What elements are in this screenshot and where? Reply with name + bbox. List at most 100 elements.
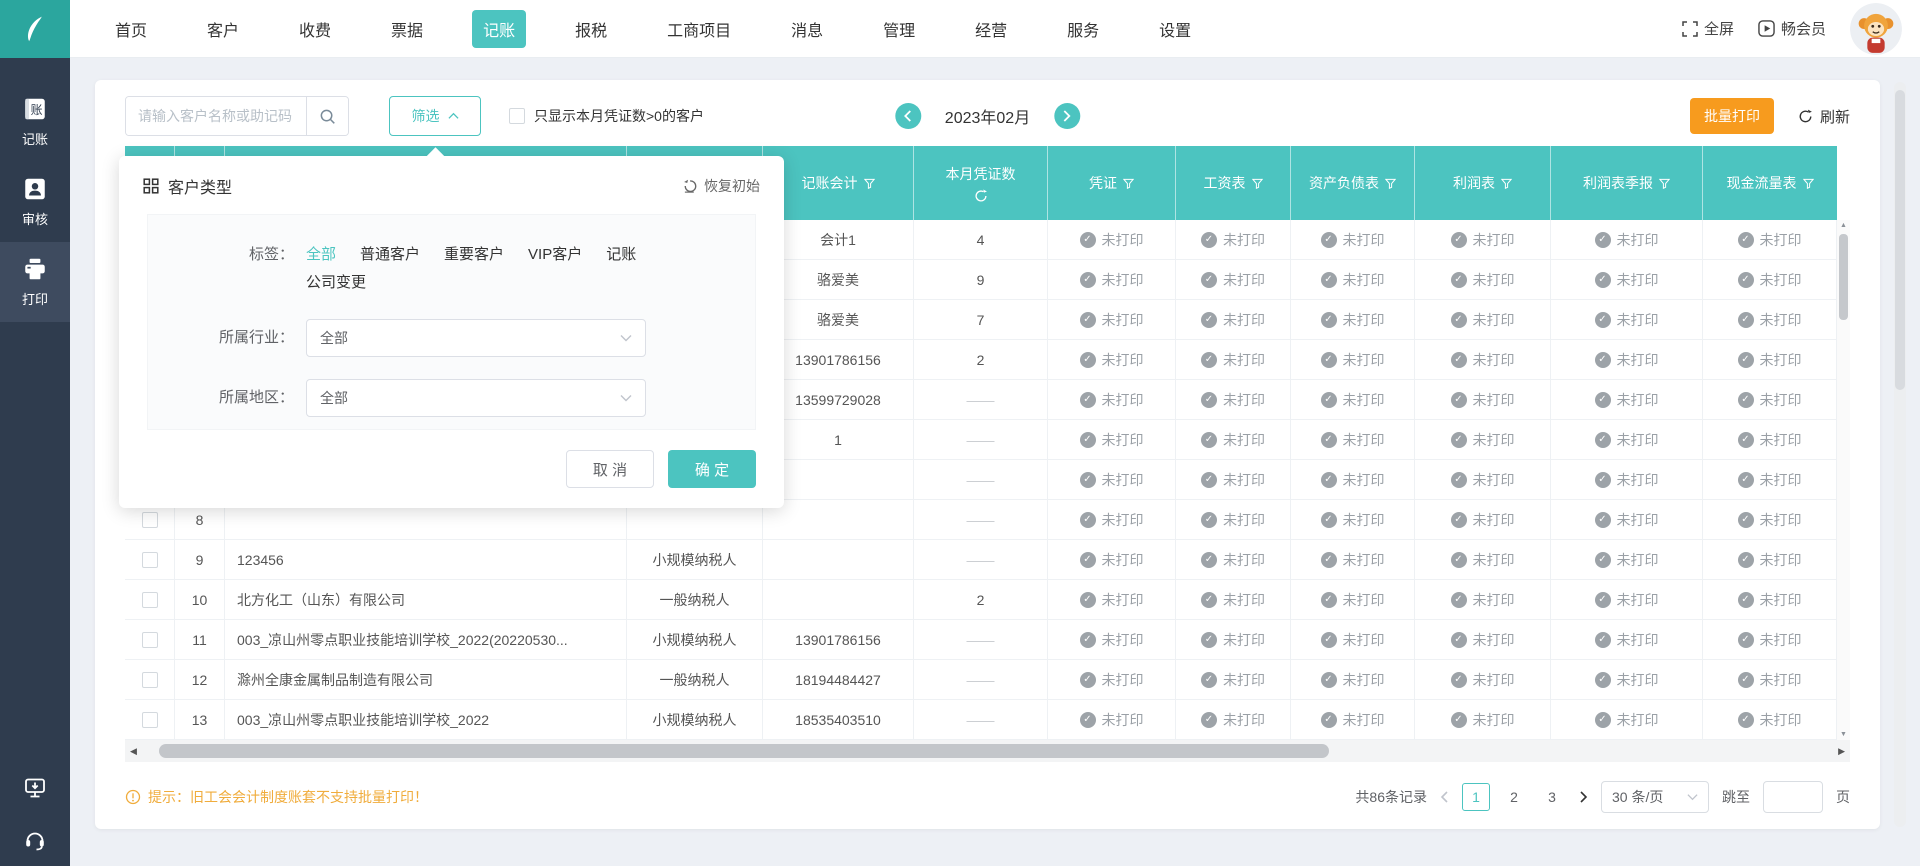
scroll-up-icon[interactable]: ▲ xyxy=(1840,222,1847,229)
row-checkbox[interactable] xyxy=(141,591,158,608)
print-status-label: 未打印 xyxy=(1759,271,1802,288)
member-button[interactable]: 畅会员 xyxy=(1758,18,1826,39)
tag-option-2[interactable]: 重要客户 xyxy=(444,246,504,263)
nav-item-8[interactable]: 管理 xyxy=(872,10,926,48)
scroll-right-icon[interactable]: ▶ xyxy=(1838,746,1845,757)
only-with-voucher-checkbox[interactable] xyxy=(509,108,525,124)
page-button-3[interactable]: 3 xyxy=(1538,783,1566,811)
print-status-label: 未打印 xyxy=(1342,551,1385,568)
nav-item-11[interactable]: 设置 xyxy=(1148,10,1202,48)
print-status-label: 未打印 xyxy=(1342,391,1385,408)
nav-item-6[interactable]: 工商项目 xyxy=(656,10,742,48)
nav-item-4[interactable]: 记账 xyxy=(472,9,527,48)
prev-month-button[interactable] xyxy=(894,103,921,129)
fullscreen-button[interactable]: 全屏 xyxy=(1682,18,1734,39)
cell-taxpayer-type: 一般纳税人 xyxy=(627,660,763,700)
batch-print-button[interactable]: 批量打印 xyxy=(1689,98,1774,134)
search-button[interactable] xyxy=(306,97,348,135)
cancel-button[interactable]: 取 消 xyxy=(566,450,654,488)
printed-check-icon: ✓ xyxy=(1737,711,1754,728)
printed-check-icon: ✓ xyxy=(1201,551,1217,568)
nav-item-10[interactable]: 服务 xyxy=(1056,10,1110,48)
tag-option-0[interactable]: 全部 xyxy=(306,246,336,263)
nav-item-3[interactable]: 票据 xyxy=(380,10,434,48)
nav-item-0[interactable]: 首页 xyxy=(104,10,158,48)
sidebar-item-print[interactable]: 打印 xyxy=(0,242,70,322)
cell-print-status-2: ✓ 未打印 xyxy=(1291,380,1415,420)
row-checkbox[interactable] xyxy=(141,511,158,528)
industry-select[interactable]: 全部 xyxy=(306,319,646,357)
print-status-label: 未打印 xyxy=(1616,551,1659,568)
cell-print-status-0: ✓ 未打印 xyxy=(1048,620,1176,660)
region-select[interactable]: 全部 xyxy=(306,379,646,417)
printed-check-icon: ✓ xyxy=(1201,471,1217,488)
page-vertical-scrollbar[interactable] xyxy=(1894,82,1906,827)
print-status-label: 未打印 xyxy=(1616,711,1659,728)
next-month-button[interactable] xyxy=(1054,103,1081,129)
nav-item-9[interactable]: 经营 xyxy=(964,10,1018,48)
search-box xyxy=(125,96,349,136)
col-header-2[interactable]: 凭证 xyxy=(1048,146,1176,220)
sidebar-item-download[interactable] xyxy=(0,762,70,814)
nav-item-1[interactable]: 客户 xyxy=(196,10,250,48)
cell-checkbox xyxy=(125,700,175,740)
nav-item-5[interactable]: 报税 xyxy=(564,10,618,48)
nav-item-2[interactable]: 收费 xyxy=(288,10,342,48)
jump-page-input[interactable] xyxy=(1763,781,1823,813)
col-header-7[interactable]: 现金流量表 xyxy=(1703,146,1837,220)
cell-print-status-1: ✓ 未打印 xyxy=(1176,580,1291,620)
tag-option-3[interactable]: VIP客户 xyxy=(528,246,582,263)
print-status-label: 未打印 xyxy=(1101,351,1144,368)
avatar[interactable] xyxy=(1850,2,1902,55)
printed-check-icon: ✓ xyxy=(1737,271,1754,288)
sidebar-item-ledger[interactable]: 账记账 xyxy=(0,82,70,162)
print-status-label: 未打印 xyxy=(1342,631,1385,648)
tag-option-1[interactable]: 普通客户 xyxy=(360,246,420,263)
scroll-left-icon[interactable]: ◀ xyxy=(130,746,137,757)
search-icon xyxy=(319,108,336,125)
industry-label: 所属行业： xyxy=(218,329,294,346)
row-checkbox[interactable] xyxy=(141,711,158,728)
print-status-label: 未打印 xyxy=(1101,551,1144,568)
col-header-5[interactable]: 利润表 xyxy=(1415,146,1551,220)
table-vertical-scrollbar[interactable]: ▲ ▼ xyxy=(1837,220,1850,740)
search-input[interactable] xyxy=(126,97,306,135)
row-checkbox[interactable] xyxy=(141,631,158,648)
cell-print-status-0: ✓ 未打印 xyxy=(1048,380,1176,420)
row-checkbox[interactable] xyxy=(141,551,158,568)
row-checkbox[interactable] xyxy=(141,671,158,688)
refresh-button[interactable]: 刷新 xyxy=(1798,106,1850,127)
reset-button[interactable]: 恢复初始 xyxy=(683,176,760,196)
page-size-select[interactable]: 30 条/页 xyxy=(1601,781,1709,813)
next-page-button[interactable] xyxy=(1579,791,1588,803)
page-button-1[interactable]: 1 xyxy=(1462,783,1490,811)
app-logo[interactable] xyxy=(0,0,70,58)
nav-item-7[interactable]: 消息 xyxy=(780,10,834,48)
col-header-1[interactable]: 本月凭证数 xyxy=(914,146,1048,220)
col-header-6[interactable]: 利润表季报 xyxy=(1551,146,1703,220)
cell-print-status-5: ✓ 未打印 xyxy=(1703,300,1837,340)
filter-icon xyxy=(1123,178,1134,189)
scroll-down-icon[interactable]: ▼ xyxy=(1840,731,1847,738)
cell-print-status-3: ✓ 未打印 xyxy=(1415,380,1551,420)
cell-voucher-count: —— xyxy=(914,420,1048,460)
cell-accountant: 骆爱美 xyxy=(763,260,914,300)
horizontal-scroll-thumb[interactable] xyxy=(159,744,1329,758)
cell-print-status-0: ✓ 未打印 xyxy=(1048,540,1176,580)
confirm-button[interactable]: 确 定 xyxy=(668,450,756,488)
page-button-2[interactable]: 2 xyxy=(1500,783,1528,811)
col-header-4[interactable]: 资产负债表 xyxy=(1291,146,1415,220)
cell-print-status-0: ✓ 未打印 xyxy=(1048,220,1176,260)
page-scroll-thumb[interactable] xyxy=(1895,90,1905,390)
cell-print-status-0: ✓ 未打印 xyxy=(1048,580,1176,620)
table-horizontal-scrollbar[interactable]: ◀ ▶ xyxy=(125,740,1850,762)
sidebar-item-audit[interactable]: 审核 xyxy=(0,162,70,242)
col-header-3[interactable]: 工资表 xyxy=(1176,146,1291,220)
print-status-label: 未打印 xyxy=(1101,311,1144,328)
sidebar-item-support[interactable] xyxy=(0,814,70,866)
chevron-down-icon xyxy=(620,395,632,402)
prev-page-button[interactable] xyxy=(1440,791,1449,803)
filter-button[interactable]: 筛选 xyxy=(389,96,481,136)
col-header-0[interactable]: 记账会计 xyxy=(763,146,914,220)
vertical-scroll-thumb[interactable] xyxy=(1839,234,1848,320)
